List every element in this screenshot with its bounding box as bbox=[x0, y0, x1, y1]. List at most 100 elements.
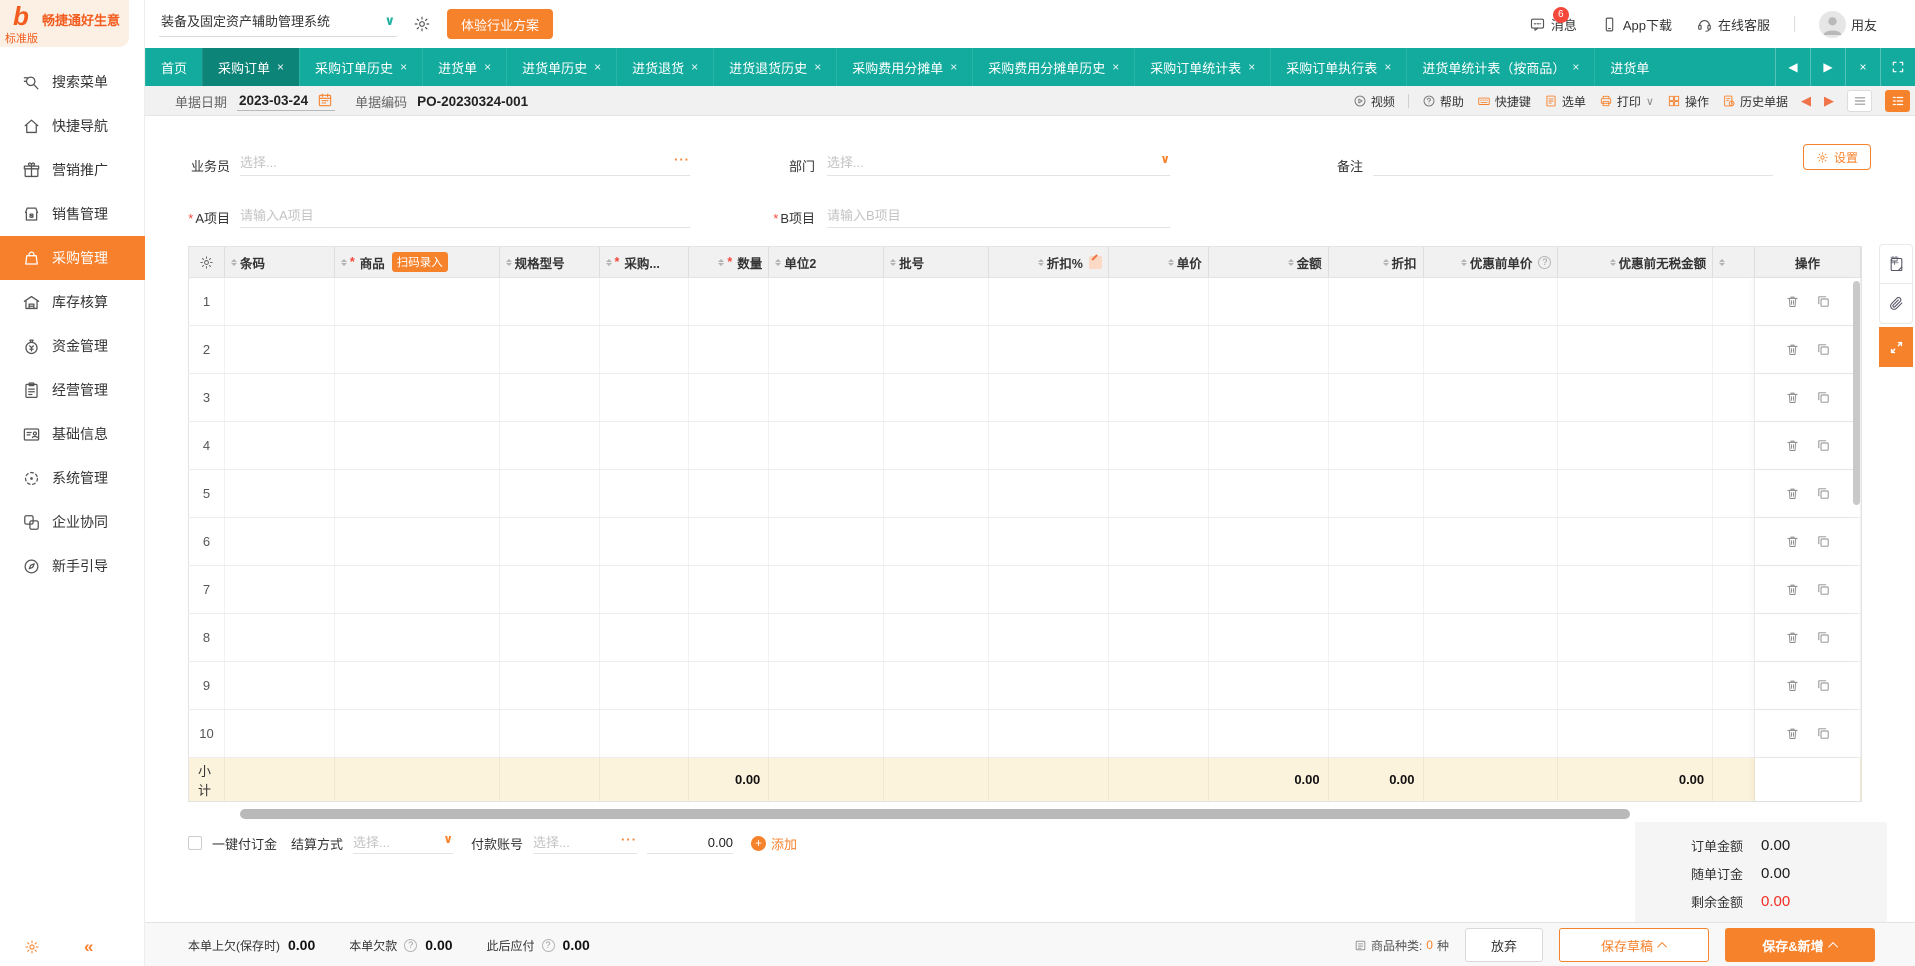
settle-method-select[interactable]: 选择... ∨ bbox=[353, 832, 454, 854]
sort-icon[interactable] bbox=[1287, 256, 1294, 269]
pay-account-select[interactable]: 选择... ··· bbox=[533, 832, 638, 854]
toolbar-action-play-circle[interactable]: 视频 bbox=[1353, 93, 1395, 110]
collapse-sidebar-icon[interactable]: « bbox=[84, 938, 93, 955]
table-cell[interactable] bbox=[884, 278, 990, 325]
project-a-input[interactable] bbox=[240, 204, 690, 228]
table-cell[interactable] bbox=[769, 566, 885, 613]
table-cell[interactable] bbox=[1713, 518, 1756, 565]
column-header-stub[interactable] bbox=[1713, 247, 1756, 277]
horizontal-scrollbar[interactable] bbox=[188, 808, 1862, 820]
table-cell[interactable] bbox=[500, 326, 600, 373]
save-draft-button[interactable]: 保存草稿 bbox=[1559, 928, 1709, 962]
delete-row-icon[interactable] bbox=[1785, 294, 1800, 309]
table-cell[interactable] bbox=[989, 326, 1109, 373]
tab-3[interactable]: 进货单 × bbox=[422, 48, 506, 86]
table-cell[interactable] bbox=[225, 614, 335, 661]
batch-edit-icon[interactable] bbox=[1088, 255, 1102, 269]
column-config-button[interactable] bbox=[189, 247, 225, 277]
delete-row-icon[interactable] bbox=[1785, 678, 1800, 693]
table-cell[interactable] bbox=[335, 422, 500, 469]
tab-close-icon[interactable]: × bbox=[1248, 60, 1255, 74]
table-cell[interactable] bbox=[769, 422, 885, 469]
table-cell[interactable] bbox=[1558, 662, 1714, 709]
copy-row-icon[interactable] bbox=[1816, 294, 1831, 309]
table-cell[interactable] bbox=[689, 374, 770, 421]
table-cell[interactable] bbox=[884, 422, 990, 469]
tab-6[interactable]: 进货退货历史 × bbox=[713, 48, 836, 86]
toolbar-action-printer[interactable]: 打印 ∨ bbox=[1599, 93, 1654, 110]
table-cell[interactable] bbox=[989, 662, 1109, 709]
delete-row-icon[interactable] bbox=[1785, 438, 1800, 453]
table-cell[interactable] bbox=[1109, 422, 1209, 469]
table-cell[interactable] bbox=[1424, 710, 1559, 757]
deposit-amount-input[interactable] bbox=[647, 832, 734, 854]
sidebar-item-system[interactable]: 系统管理 bbox=[0, 456, 145, 500]
column-header-操作[interactable]: 操作 bbox=[1755, 247, 1861, 277]
table-cell[interactable] bbox=[1329, 374, 1424, 421]
table-cell[interactable] bbox=[1424, 662, 1559, 709]
table-cell[interactable] bbox=[989, 374, 1109, 421]
experience-plan-button[interactable]: 体验行业方案 bbox=[447, 9, 554, 39]
column-header-单价[interactable]: 单价 bbox=[1109, 247, 1209, 277]
table-cell[interactable] bbox=[1558, 518, 1714, 565]
scan-entry-button[interactable]: 扫码录入 bbox=[391, 252, 448, 272]
table-cell[interactable] bbox=[1109, 518, 1209, 565]
column-header-单位2[interactable]: 单位2 bbox=[769, 247, 885, 277]
table-cell[interactable] bbox=[1109, 326, 1209, 373]
table-cell[interactable] bbox=[689, 518, 770, 565]
tab-9[interactable]: 采购订单统计表 × bbox=[1134, 48, 1270, 86]
table-cell[interactable] bbox=[225, 278, 335, 325]
table-cell[interactable] bbox=[225, 662, 335, 709]
draft-list-button[interactable]: 草 bbox=[1879, 244, 1913, 284]
table-cell[interactable] bbox=[769, 518, 885, 565]
table-cell[interactable] bbox=[500, 470, 600, 517]
table-cell[interactable] bbox=[689, 326, 770, 373]
table-cell[interactable] bbox=[225, 374, 335, 421]
one-click-deposit-checkbox[interactable] bbox=[188, 836, 202, 850]
table-cell[interactable] bbox=[884, 518, 990, 565]
column-header-折扣[interactable]: 折扣 bbox=[1329, 247, 1424, 277]
column-header-规格型号[interactable]: 规格型号 bbox=[500, 247, 600, 277]
tab-2[interactable]: 采购订单历史 × bbox=[299, 48, 422, 86]
tab-close-icon[interactable]: × bbox=[814, 60, 821, 74]
copy-row-icon[interactable] bbox=[1816, 726, 1831, 741]
tab-close-icon[interactable]: × bbox=[1572, 60, 1579, 74]
tab-1[interactable]: 采购订单 × bbox=[202, 48, 300, 86]
table-cell[interactable] bbox=[1713, 614, 1756, 661]
sidebar-item-collab[interactable]: 企业协同 bbox=[0, 500, 145, 544]
abandon-button[interactable]: 放弃 bbox=[1465, 928, 1543, 962]
table-cell[interactable] bbox=[225, 422, 335, 469]
table-cell[interactable] bbox=[769, 374, 885, 421]
table-cell[interactable] bbox=[1424, 470, 1559, 517]
tab-close-icon[interactable]: × bbox=[691, 60, 698, 74]
toolbar-action-history-doc[interactable]: 历史单据 bbox=[1722, 93, 1788, 110]
table-cell[interactable] bbox=[1109, 662, 1209, 709]
sort-icon[interactable] bbox=[775, 256, 782, 269]
table-cell[interactable] bbox=[335, 374, 500, 421]
sort-icon[interactable] bbox=[230, 256, 237, 269]
table-cell[interactable] bbox=[1424, 278, 1559, 325]
table-cell[interactable] bbox=[1109, 710, 1209, 757]
table-cell[interactable] bbox=[1329, 566, 1424, 613]
table-cell[interactable] bbox=[1713, 710, 1756, 757]
tab-5[interactable]: 进货退货 × bbox=[616, 48, 713, 86]
sidebar-item-search[interactable]: 搜索菜单 bbox=[0, 60, 145, 104]
tab-close-icon[interactable]: × bbox=[400, 60, 407, 74]
column-header-批号[interactable]: 批号 bbox=[884, 247, 990, 277]
column-header-优惠前无税金额[interactable]: 优惠前无税金额 bbox=[1558, 247, 1714, 277]
sidebar-item-store[interactable]: 销售管理 bbox=[0, 192, 145, 236]
tab-11[interactable]: 进货单统计表（按商品） × bbox=[1406, 48, 1594, 86]
online-service-button[interactable]: 在线客服 bbox=[1696, 15, 1770, 34]
table-cell[interactable] bbox=[1558, 374, 1714, 421]
table-cell[interactable] bbox=[1329, 326, 1424, 373]
sort-icon[interactable] bbox=[1460, 256, 1467, 269]
table-cell[interactable] bbox=[1713, 662, 1756, 709]
table-cell[interactable] bbox=[1713, 470, 1756, 517]
table-cell[interactable] bbox=[1558, 278, 1714, 325]
copy-row-icon[interactable] bbox=[1816, 534, 1831, 549]
table-cell[interactable] bbox=[1329, 710, 1424, 757]
table-cell[interactable] bbox=[989, 566, 1109, 613]
copy-row-icon[interactable] bbox=[1816, 486, 1831, 501]
save-and-new-button[interactable]: 保存&新增 bbox=[1725, 928, 1875, 962]
copy-row-icon[interactable] bbox=[1816, 678, 1831, 693]
